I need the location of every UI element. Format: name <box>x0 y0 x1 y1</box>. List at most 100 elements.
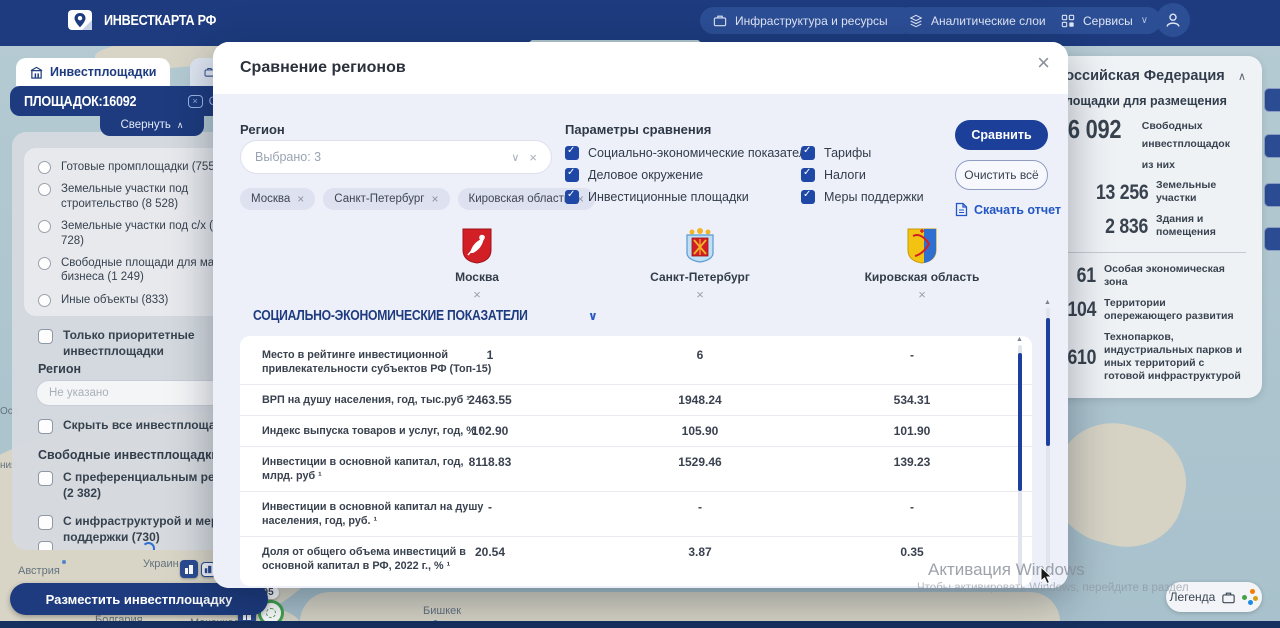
category-option[interactable]: Иные объекты (833) <box>38 293 242 307</box>
chevron-down-icon[interactable]: ∨ <box>511 151 519 164</box>
table-scrollbar: ▲ ▼ <box>1016 336 1023 588</box>
sites-count: ПЛОЩАДОК:16092 <box>24 92 137 110</box>
stat-value: 104 <box>1067 298 1096 322</box>
remove-chip-icon[interactable]: × <box>297 193 304 205</box>
chip-spb[interactable]: Санкт-Петербург × <box>323 188 450 210</box>
modal-header: Сравнение регионов × <box>213 42 1068 94</box>
map-label-austria: Австрия <box>18 565 60 577</box>
brand-logo[interactable]: ИНВЕСТКАРТА РФ <box>66 6 238 34</box>
remove-region-icon[interactable]: × <box>918 287 926 302</box>
building-icon <box>204 565 212 574</box>
modal-scrollbar: ▲ ▼ <box>1044 299 1051 587</box>
checked-checkbox-icon <box>801 189 815 204</box>
chevron-up-icon[interactable]: ∧ <box>1238 70 1246 83</box>
param-business[interactable]: Деловое окружение <box>565 167 703 182</box>
menu-label: Инфраструктура и ресурсы <box>735 13 888 28</box>
modal-title: Сравнение регионов <box>240 59 406 76</box>
map-control-button[interactable] <box>1264 183 1280 207</box>
grid-icon <box>1061 14 1075 27</box>
radio-icon <box>38 220 51 234</box>
moscow-coat-of-arms-icon <box>462 228 492 264</box>
radio-icon <box>38 183 51 197</box>
legend-dots-icon <box>1242 589 1259 605</box>
remove-region-icon[interactable]: × <box>473 287 481 302</box>
loading-spinner-icon <box>142 542 155 550</box>
menu-services[interactable]: Сервисы ∨ <box>1048 7 1162 34</box>
user-profile-button[interactable] <box>1156 3 1190 37</box>
region-column-moscow: Москва × <box>387 228 567 302</box>
panel-title: Российская Федерация <box>1056 68 1225 84</box>
compare-button[interactable]: Сравнить <box>955 120 1048 150</box>
param-taxes[interactable]: Налоги <box>801 167 866 182</box>
checked-checkbox-icon <box>565 167 579 182</box>
clear-select-icon[interactable]: × <box>529 150 537 165</box>
chevron-down-icon: ∨ <box>588 309 598 323</box>
remove-chip-icon[interactable]: × <box>431 193 438 205</box>
checkbox-icon <box>38 471 53 486</box>
modal-body: Регион Выбрано: 3 ∨ × Москва × Санкт-Пет… <box>213 94 1068 588</box>
param-tariffs[interactable]: Тарифы <box>801 145 871 160</box>
stat-label: Особая экономическая зона <box>1104 262 1225 288</box>
region-select-label: Регион <box>240 122 285 137</box>
radio-icon <box>38 161 51 174</box>
radio-icon <box>38 256 51 270</box>
table-scrollbar-thumb[interactable] <box>1018 353 1022 491</box>
table-row: Индекс выпуска товаров и услуг, год, % ¹… <box>240 416 1032 448</box>
map-marker-investsite[interactable] <box>180 560 198 578</box>
region-multiselect[interactable]: Выбрано: 3 ∨ × <box>240 140 552 174</box>
map-control-button[interactable] <box>1264 134 1280 158</box>
collapse-panel-button[interactable]: Свернуть ∧ <box>100 114 204 136</box>
close-icon[interactable]: × <box>1037 52 1050 74</box>
stat-label: Свободных инвестплощадок <box>1141 120 1230 150</box>
menu-label: Сервисы <box>1083 13 1133 28</box>
radio-icon <box>38 293 51 307</box>
stat-label: Территории опережающего развития <box>1104 296 1234 322</box>
clear-icon: × <box>187 94 203 108</box>
checked-checkbox-icon <box>801 145 815 160</box>
param-socioeconomic[interactable]: Социально-экономические показатели <box>565 145 813 160</box>
map-pin-logo-icon <box>68 10 92 30</box>
user-icon <box>1166 13 1180 27</box>
stat-note: из них <box>1141 159 1175 171</box>
kirov-coat-of-arms-icon <box>907 228 937 264</box>
table-row: Доля от общего объема инвестиций в основ… <box>262 545 924 573</box>
section-socioeconomic[interactable]: СОЦИАЛЬНО-ЭКОНОМИЧЕСКИЕ ПОКАЗАТЕЛИ ∨ <box>253 308 598 324</box>
checkbox-icon <box>38 329 53 344</box>
modal-scrollbar-thumb[interactable] <box>1046 318 1050 446</box>
params-title: Параметры сравнения <box>565 122 712 137</box>
tab-investsites[interactable]: Инвестплощадки <box>16 58 171 86</box>
layers-icon <box>909 14 923 27</box>
remove-region-icon[interactable]: × <box>696 287 704 302</box>
table-row: Инвестиции в основной капитал на душу на… <box>240 492 1032 538</box>
map-control-button[interactable] <box>1264 88 1280 112</box>
param-support[interactable]: Меры поддержки <box>801 189 924 204</box>
chip-moscow[interactable]: Москва × <box>240 188 316 210</box>
param-investsites[interactable]: Инвестиционные площадки <box>565 189 749 204</box>
category-option[interactable]: Земельные участки под с/х (4 728) <box>38 219 242 248</box>
mouse-cursor <box>1040 566 1053 585</box>
stat-technoparks: 610 Технопарков, индустриальных парков и… <box>1056 331 1246 384</box>
building-icon <box>184 564 193 574</box>
briefcase-icon <box>1222 592 1236 603</box>
region-column-kirov: Кировская область × <box>832 228 1012 302</box>
brand-title: ИНВЕСТКАРТА РФ <box>104 11 217 29</box>
download-report-link[interactable]: Скачать отчет <box>955 202 1061 217</box>
map-label-bishkek: Бишкек <box>423 605 462 617</box>
stat-label: Здания и помещения <box>1156 213 1216 239</box>
bottom-map-strip <box>0 621 1280 628</box>
chevron-up-icon: ∧ <box>176 119 184 130</box>
russia-summary-panel: Российская Федерация ∧ Площадки для разм… <box>1040 56 1262 398</box>
menu-infrastructure[interactable]: Инфраструктура и ресурсы ∨ <box>700 7 916 34</box>
menu-label: Аналитические слои <box>931 13 1046 28</box>
category-option[interactable]: Земельные участки под строительство (8 5… <box>38 182 242 211</box>
checked-checkbox-icon <box>565 189 579 204</box>
document-icon <box>955 202 968 217</box>
table-row: Инвестиции в основной капитал, год, млрд… <box>240 447 1032 493</box>
region-column-spb: Санкт-Петербург × <box>610 228 790 302</box>
clear-all-button[interactable]: Очистить всё <box>955 160 1048 190</box>
spb-coat-of-arms-icon <box>686 228 714 263</box>
category-option[interactable]: Свободные площади для малого бизнеса (1 … <box>38 256 242 285</box>
category-option[interactable]: Готовые промплощадки (755) <box>38 160 242 174</box>
map-control-button[interactable] <box>1264 227 1280 251</box>
map-label-ukraine: Украин <box>143 558 179 570</box>
